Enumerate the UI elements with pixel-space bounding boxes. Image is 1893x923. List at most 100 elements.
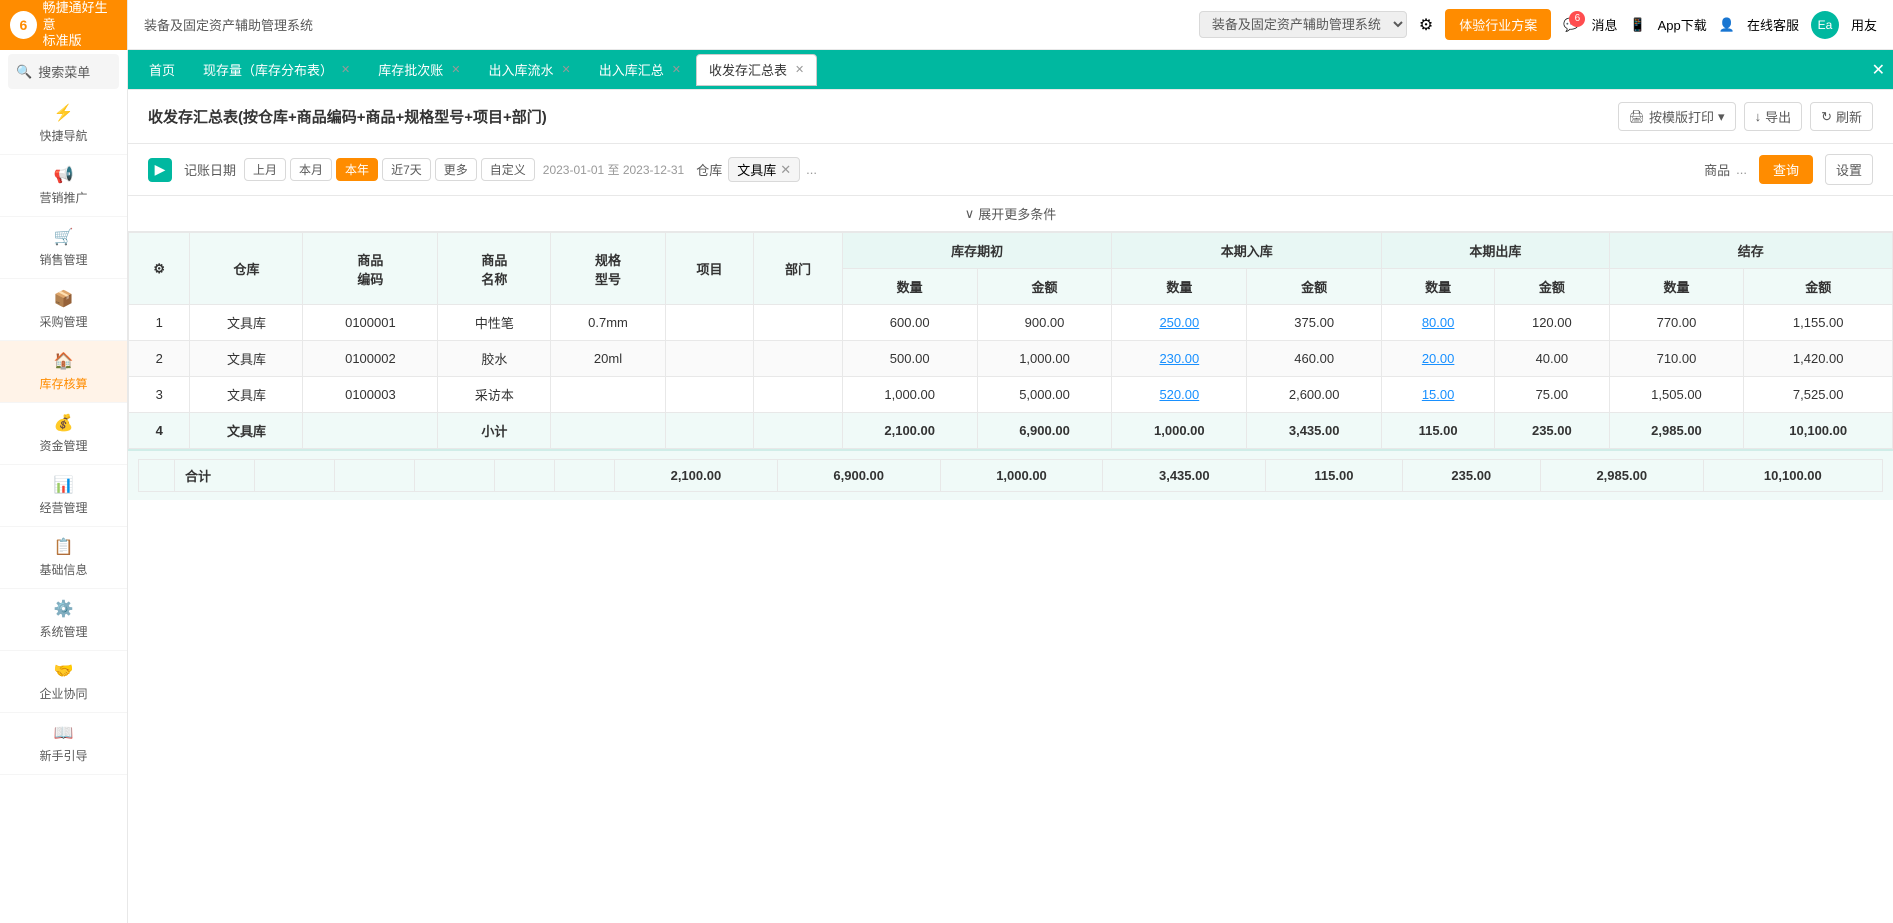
app-download-label[interactable]: App下载 [1658, 15, 1707, 34]
main-area: 装备及固定资产辅助管理系统 装备及固定资产辅助管理系统 ⚙ 体验行业方案 💬 6… [128, 0, 1893, 923]
warehouse-filter: 仓库 文具库 ✕ ... [696, 157, 817, 182]
chevron-down-icon: ▾ [1718, 109, 1725, 125]
sidebar-item-guide[interactable]: 📖 新手引导 [0, 713, 127, 775]
refresh-btn-label: 刷新 [1836, 107, 1862, 126]
data-table: ⚙ 仓库 商品编码 商品名称 规格型号 项目 部门 库存期初 本期入库 本期出库… [128, 232, 1893, 449]
print-btn[interactable]: 🖨 按模版打印 ▾ [1618, 102, 1736, 131]
sidebar-item-enterprise[interactable]: 🤝 企业协同 [0, 651, 127, 713]
row-code [303, 413, 438, 449]
date-btn-this-year[interactable]: 本年 [336, 158, 378, 181]
sidebar-item-operations[interactable]: 📊 经营管理 [0, 465, 127, 527]
row-out-qty[interactable]: 20.00 [1382, 341, 1495, 377]
sidebar-item-purchase[interactable]: 📦 采购管理 [0, 279, 127, 341]
col-in-amt-header: 金额 [1247, 269, 1382, 305]
row-in-qty[interactable]: 230.00 [1112, 341, 1247, 377]
row-name: 胶水 [438, 341, 551, 377]
table-row: 2文具库0100002胶水20ml500.001,000.00230.00460… [129, 341, 1893, 377]
tab-recv-send-close[interactable]: ✕ [795, 63, 804, 76]
sidebar-item-system[interactable]: ⚙️ 系统管理 [0, 589, 127, 651]
goods-more-btn[interactable]: ... [1736, 162, 1747, 177]
experience-btn[interactable]: 体验行业方案 [1445, 9, 1551, 40]
logo-name: 畅捷通好生意 [43, 0, 117, 33]
logo-text: 畅捷通好生意 标准版 [43, 0, 117, 50]
filter-toggle-btn[interactable]: ▶ [148, 158, 172, 182]
sidebar-item-inventory[interactable]: 🏠 库存核算 [0, 341, 127, 403]
topbar: 装备及固定资产辅助管理系统 装备及固定资产辅助管理系统 ⚙ 体验行业方案 💬 6… [128, 0, 1893, 50]
print-btn-label: 按模版打印 [1649, 107, 1714, 126]
inventory-icon: 🏠 [54, 351, 74, 371]
warehouse-tag-remove[interactable]: ✕ [780, 162, 791, 178]
sidebar-item-base-info[interactable]: 📋 基础信息 [0, 527, 127, 589]
tab-flow-close[interactable]: ✕ [562, 63, 571, 76]
system-selector[interactable]: 装备及固定资产辅助管理系统 [1199, 11, 1407, 38]
date-btn-custom[interactable]: 自定义 [481, 158, 535, 181]
guide-icon: 📖 [54, 723, 74, 743]
date-btn-7days[interactable]: 近7天 [382, 158, 431, 181]
row-name: 采访本 [438, 377, 551, 413]
row-in-qty[interactable]: 520.00 [1112, 377, 1247, 413]
message-icon[interactable]: 💬 6 [1563, 17, 1579, 33]
close-all-icon[interactable]: ✕ [1872, 60, 1885, 80]
col-out-header: 本期出库 [1382, 233, 1609, 269]
query-btn[interactable]: 查询 [1759, 155, 1813, 184]
sidebar-item-sales[interactable]: 🛒 销售管理 [0, 217, 127, 279]
tab-flow[interactable]: 出入库流水 ✕ [475, 54, 583, 86]
warehouse-tag-text: 文具库 [737, 160, 776, 179]
row-out-qty[interactable]: 15.00 [1382, 377, 1495, 413]
sidebar-item-quick-nav[interactable]: ⚡ 快捷导航 [0, 93, 127, 155]
tab-batch-close[interactable]: ✕ [451, 63, 460, 76]
row-open-qty: 1,000.00 [842, 377, 977, 413]
col-open-qty-header: 数量 [842, 269, 977, 305]
sidebar-item-marketing[interactable]: 📢 营销推广 [0, 155, 127, 217]
marketing-icon: 📢 [54, 165, 74, 185]
user-name[interactable]: 用友 [1851, 15, 1877, 34]
sidebar-item-finance[interactable]: 💰 资金管理 [0, 403, 127, 465]
sidebar-item-finance-label: 资金管理 [39, 437, 87, 454]
col-closing-header: 结存 [1609, 233, 1892, 269]
row-open-qty: 2,100.00 [842, 413, 977, 449]
tab-recv-send[interactable]: 收发存汇总表 ✕ [696, 54, 817, 86]
tab-batch[interactable]: 库存批次账 ✕ [365, 54, 473, 86]
col-out-amt-header: 金额 [1495, 269, 1609, 305]
row-in-amt: 460.00 [1247, 341, 1382, 377]
tab-inventory-dist[interactable]: 现存量（库存分布表） ✕ [190, 54, 363, 86]
row-in-qty[interactable]: 1,000.00 [1112, 413, 1247, 449]
date-btn-this-month[interactable]: 本月 [290, 158, 332, 181]
online-support-label[interactable]: 在线客服 [1747, 15, 1799, 34]
row-no: 2 [129, 341, 190, 377]
col-settings-header[interactable]: ⚙ [129, 233, 190, 305]
goods-label: 商品 [1704, 160, 1730, 179]
gear-icon[interactable]: ⚙ [1419, 15, 1433, 35]
row-warehouse: 文具库 [190, 305, 303, 341]
tab-summary-close[interactable]: ✕ [672, 63, 681, 76]
refresh-icon: ↻ [1821, 109, 1832, 125]
table-row: 4文具库小计2,100.006,900.001,000.003,435.0011… [129, 413, 1893, 449]
quick-nav-icon: ⚡ [54, 103, 74, 123]
sidebar-item-quick-nav-label: 快捷导航 [39, 127, 87, 144]
expand-btn[interactable]: ∨ 展开更多条件 [965, 204, 1057, 223]
tab-flow-label: 出入库流水 [488, 60, 553, 79]
row-in-qty[interactable]: 250.00 [1112, 305, 1247, 341]
sidebar-item-inventory-label: 库存核算 [39, 375, 87, 392]
tab-inventory-dist-close[interactable]: ✕ [341, 63, 350, 76]
row-no: 3 [129, 377, 190, 413]
date-btn-last-month[interactable]: 上月 [244, 158, 286, 181]
app-download-icon[interactable]: 📱 [1629, 17, 1645, 33]
tab-home[interactable]: 首页 [136, 54, 188, 86]
sidebar-item-sales-label: 销售管理 [39, 251, 87, 268]
warehouse-more-btn[interactable]: ... [806, 162, 817, 177]
row-out-qty[interactable]: 115.00 [1382, 413, 1495, 449]
date-btn-more[interactable]: 更多 [435, 158, 477, 181]
export-btn[interactable]: ↓ 导出 [1744, 102, 1803, 131]
footer-table: 合计 2,100.00 6,900.00 1,000.00 3,435.00 1… [138, 459, 1883, 492]
tab-summary-label: 出入库汇总 [599, 60, 664, 79]
footer-out-amt: 235.00 [1402, 460, 1540, 492]
refresh-btn[interactable]: ↻ 刷新 [1810, 102, 1873, 131]
row-no: 1 [129, 305, 190, 341]
export-btn-label: 导出 [1765, 107, 1791, 126]
setting-btn[interactable]: 设置 [1825, 154, 1873, 185]
search-menu[interactable]: 🔍 搜索菜单 [8, 54, 119, 89]
row-in-amt: 375.00 [1247, 305, 1382, 341]
row-out-qty[interactable]: 80.00 [1382, 305, 1495, 341]
tab-summary[interactable]: 出入库汇总 ✕ [586, 54, 694, 86]
